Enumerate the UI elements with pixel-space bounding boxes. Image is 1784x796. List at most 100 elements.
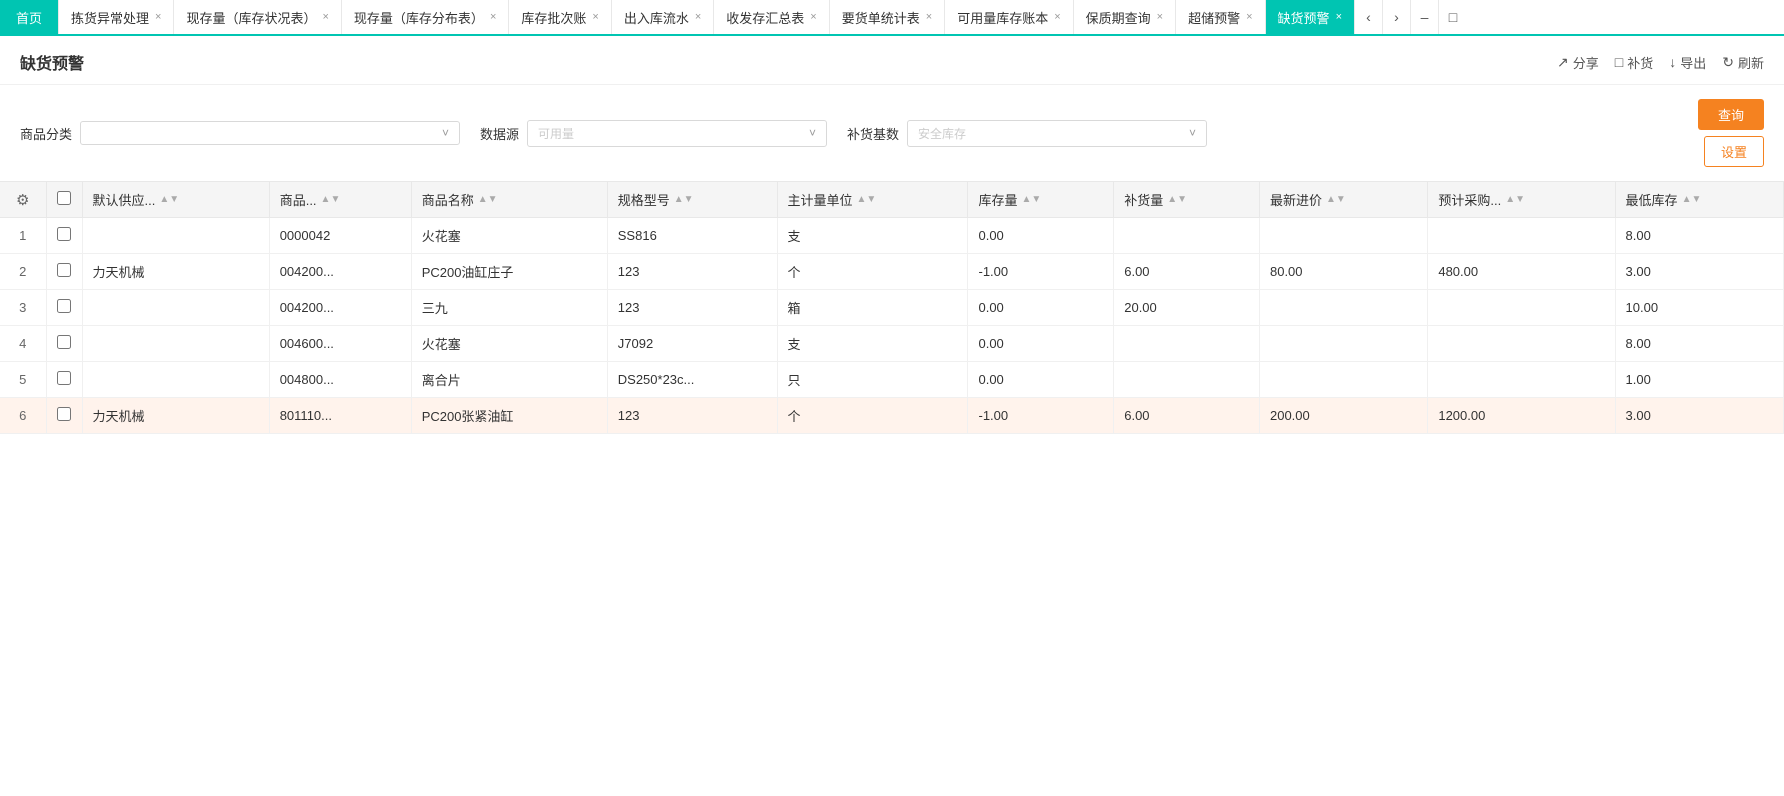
tab-home[interactable]: 首页 xyxy=(0,0,59,34)
row-replenish: 20.00 xyxy=(1114,290,1260,326)
row-min-stock: 8.00 xyxy=(1615,218,1783,254)
share-label: 分享 xyxy=(1573,53,1599,72)
col-latest-price[interactable]: 最新进价 ▲▼ xyxy=(1259,182,1427,218)
row-latest-price xyxy=(1259,326,1427,362)
tab-label: 超储预警 xyxy=(1188,8,1240,27)
table-row[interactable]: 2 力天机械 004200... PC200油缸庄子 123 个 -1.00 6… xyxy=(0,254,1784,290)
category-select[interactable]: ˅ xyxy=(80,121,460,145)
row-name: PC200油缸庄子 xyxy=(411,254,607,290)
tab-prev-btn[interactable]: ‹ xyxy=(1355,0,1383,34)
col-stock[interactable]: 库存量 ▲▼ xyxy=(968,182,1114,218)
row-checkbox[interactable] xyxy=(57,407,71,421)
col-supplier[interactable]: 默认供应... ▲▼ xyxy=(82,182,269,218)
tab-available-ledger[interactable]: 可用量库存账本× xyxy=(945,0,1073,34)
row-estimated: 480.00 xyxy=(1428,254,1615,290)
row-replenish: 6.00 xyxy=(1114,254,1260,290)
col-replenish[interactable]: 补货量 ▲▼ xyxy=(1114,182,1260,218)
tab-next-btn[interactable]: › xyxy=(1383,0,1411,34)
tab-shortage[interactable]: 缺货预警× xyxy=(1266,0,1355,34)
row-checkbox[interactable] xyxy=(57,299,71,313)
tab-close-icon[interactable]: × xyxy=(322,11,328,23)
row-num: 3 xyxy=(0,290,46,326)
tab-expiry-query[interactable]: 保质期查询× xyxy=(1074,0,1176,34)
row-code: 0000042 xyxy=(269,218,411,254)
export-label: 导出 xyxy=(1680,53,1706,72)
col-spec[interactable]: 规格型号 ▲▼ xyxy=(607,182,777,218)
col-estimated-label: 预计采购... xyxy=(1438,190,1501,209)
col-unit[interactable]: 主计量单位 ▲▼ xyxy=(777,182,968,218)
row-checkbox[interactable] xyxy=(57,371,71,385)
tab-close-icon[interactable]: × xyxy=(1157,11,1163,23)
row-spec: DS250*23c... xyxy=(607,362,777,398)
tab-close-icon[interactable]: × xyxy=(1336,11,1342,23)
col-replenish-label: 补货量 xyxy=(1124,190,1163,209)
tab-close-icon[interactable]: × xyxy=(695,11,701,23)
tab-close-icon[interactable]: × xyxy=(490,11,496,23)
datasource-select[interactable]: 可用量 ˅ xyxy=(527,120,827,147)
category-label: 商品分类 xyxy=(20,124,72,143)
row-replenish xyxy=(1114,326,1260,362)
category-filter: 商品分类 ˅ xyxy=(20,121,460,145)
tab-collect-summary[interactable]: 收发存汇总表× xyxy=(714,0,829,34)
row-code: 004200... xyxy=(269,290,411,326)
data-table: ⚙ 默认供应... ▲▼ 商品... ▲▼ xyxy=(0,181,1784,434)
query-button[interactable]: 查询 xyxy=(1698,99,1764,130)
tab-batch-account[interactable]: 库存批次账× xyxy=(509,0,611,34)
col-name[interactable]: 商品名称 ▲▼ xyxy=(411,182,607,218)
tab-close-icon[interactable]: × xyxy=(592,11,598,23)
tab-overstock[interactable]: 超储预警 × xyxy=(1176,0,1265,34)
tab-close-icon[interactable]: × xyxy=(926,11,932,23)
datasource-chevron-icon: ˅ xyxy=(809,126,816,140)
refresh-action[interactable]: ↻ 刷新 xyxy=(1722,53,1764,72)
settings-button[interactable]: 设置 xyxy=(1704,136,1764,167)
replenish-base-select[interactable]: 安全库存 ˅ xyxy=(907,120,1207,147)
tab-close-icon[interactable]: × xyxy=(1246,11,1252,23)
tab-maximize-btn[interactable]: □ xyxy=(1439,0,1467,34)
page-header: 缺货预警 ↗ 分享 □ 补货 ↓ 导出 ↻ 刷新 xyxy=(0,36,1784,85)
row-spec: 123 xyxy=(607,398,777,434)
tab-close-icon[interactable]: × xyxy=(155,11,161,23)
row-num: 1 xyxy=(0,218,46,254)
tab-abnormal[interactable]: 拣货异常处理× xyxy=(59,0,174,34)
tab-minimize-btn[interactable]: – xyxy=(1411,0,1439,34)
col-estimated[interactable]: 预计采购... ▲▼ xyxy=(1428,182,1615,218)
col-supplier-label: 默认供应... xyxy=(93,190,156,209)
table-row[interactable]: 5 004800... 离合片 DS250*23c... 只 0.00 1.00 xyxy=(0,362,1784,398)
table-row[interactable]: 1 0000042 火花塞 SS816 支 0.00 8.00 xyxy=(0,218,1784,254)
row-spec: SS816 xyxy=(607,218,777,254)
tab-inventory-dist[interactable]: 现存量（库存分布表）× xyxy=(342,0,509,34)
row-latest-price: 200.00 xyxy=(1259,398,1427,434)
tab-close-icon[interactable]: × xyxy=(810,11,816,23)
col-latest-price-label: 最新进价 xyxy=(1270,190,1322,209)
tab-inout-flow[interactable]: 出入库流水× xyxy=(612,0,714,34)
col-spec-label: 规格型号 xyxy=(618,190,670,209)
table-row[interactable]: 6 力天机械 801110... PC200张紧油缸 123 个 -1.00 6… xyxy=(0,398,1784,434)
replenish-action[interactable]: □ 补货 xyxy=(1615,53,1653,72)
export-icon: ↓ xyxy=(1669,54,1676,70)
tab-order-stat[interactable]: 要货单统计表× xyxy=(830,0,945,34)
col-spec-sort-icon: ▲▼ xyxy=(674,195,694,205)
select-all-checkbox[interactable] xyxy=(57,191,71,205)
share-icon: ↗ xyxy=(1557,54,1569,71)
tab-inventory-status[interactable]: 现存量（库存状况表）× xyxy=(174,0,341,34)
tab-close-icon[interactable]: × xyxy=(1054,11,1060,23)
row-checkbox[interactable] xyxy=(57,263,71,277)
table-row[interactable]: 3 004200... 三九 123 箱 0.00 20.00 10.00 xyxy=(0,290,1784,326)
row-unit: 支 xyxy=(777,326,968,362)
export-action[interactable]: ↓ 导出 xyxy=(1669,53,1706,72)
row-checkbox[interactable] xyxy=(57,227,71,241)
row-estimated xyxy=(1428,290,1615,326)
row-supplier: 力天机械 xyxy=(82,398,269,434)
row-checkbox-cell xyxy=(46,398,82,434)
share-action[interactable]: ↗ 分享 xyxy=(1557,53,1599,72)
col-min-stock[interactable]: 最低库存 ▲▼ xyxy=(1615,182,1783,218)
table-row[interactable]: 4 004600... 火花塞 J7092 支 0.00 8.00 xyxy=(0,326,1784,362)
row-spec: 123 xyxy=(607,254,777,290)
row-name: 离合片 xyxy=(411,362,607,398)
col-code[interactable]: 商品... ▲▼ xyxy=(269,182,411,218)
filter-bar: 商品分类 ˅ 数据源 可用量 ˅ 补货基数 安全库存 ˅ 查询 设置 xyxy=(0,85,1784,181)
gear-settings-icon[interactable]: ⚙ xyxy=(16,192,29,209)
row-supplier xyxy=(82,290,269,326)
row-stock: 0.00 xyxy=(968,362,1114,398)
row-checkbox[interactable] xyxy=(57,335,71,349)
